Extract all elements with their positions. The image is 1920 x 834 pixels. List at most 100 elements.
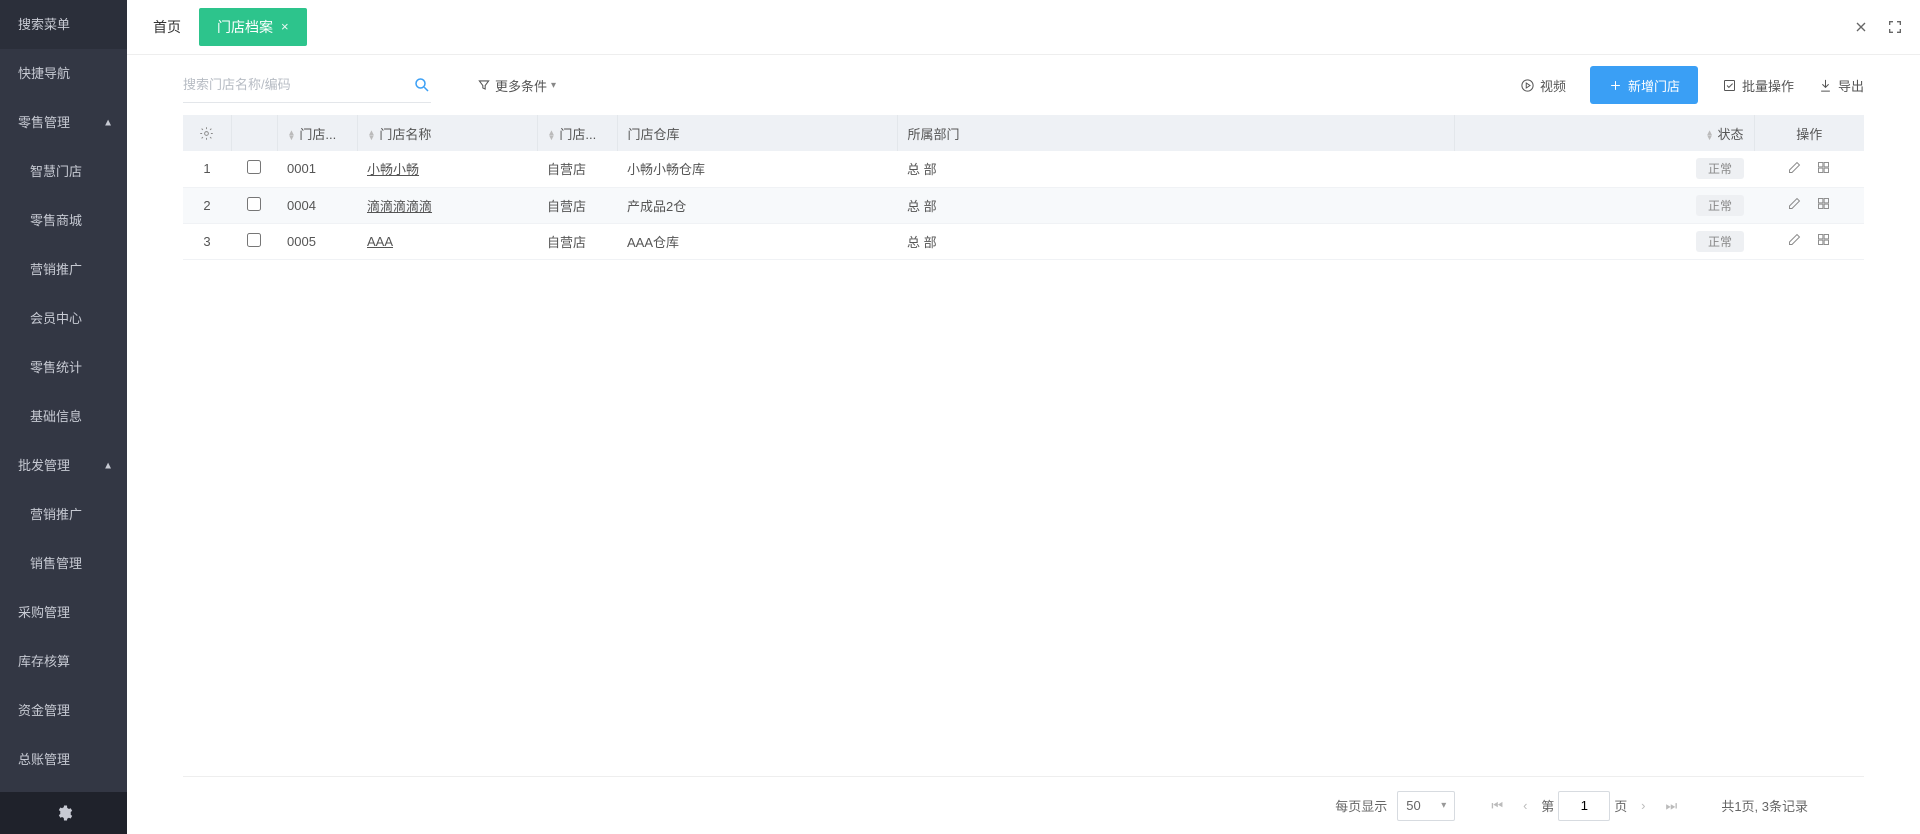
page-next-button[interactable]: › bbox=[1631, 794, 1655, 818]
status-badge: 正常 bbox=[1696, 158, 1744, 179]
export-label: 导出 bbox=[1838, 76, 1864, 95]
sidebar-item-sales-mgmt[interactable]: 销售管理 bbox=[0, 539, 127, 588]
export-button[interactable]: 导出 bbox=[1818, 76, 1864, 95]
tab-label: 首页 bbox=[153, 19, 181, 35]
table-row: 1 0001 小畅小畅 自营店 小畅小畅仓库 总 部 正常 bbox=[183, 151, 1864, 187]
th-code[interactable]: ▲▼门店... bbox=[277, 115, 357, 151]
page-last-button[interactable]: ⏭ bbox=[1659, 794, 1683, 818]
sidebar-scroll: 搜索菜单 快捷导航 零售管理 ▲ 智慧门店 零售商城 营销推广 会员中心 零售统计… bbox=[0, 0, 127, 792]
sidebar-item-search-menu[interactable]: 搜索菜单 bbox=[0, 0, 127, 49]
th-department: 所属部门 bbox=[897, 115, 1454, 151]
th-status[interactable]: ▲▼状态 bbox=[1454, 115, 1754, 151]
sidebar-item-funds-mgmt[interactable]: 资金管理 bbox=[0, 686, 127, 735]
th-type[interactable]: ▲▼门店... bbox=[537, 115, 617, 151]
page-input[interactable] bbox=[1558, 791, 1610, 821]
store-name-link[interactable]: 滴滴滴滴滴 bbox=[367, 199, 432, 214]
row-checkbox[interactable] bbox=[247, 160, 261, 174]
more-filters-button[interactable]: 更多条件 ▾ bbox=[477, 76, 556, 95]
table-container: ▲▼门店... ▲▼门店名称 ▲▼门店... 门店仓库 所属部门 ▲▼状态 操作… bbox=[127, 115, 1920, 834]
cell-type: 自营店 bbox=[537, 151, 617, 187]
sidebar-item-quick-nav[interactable]: 快捷导航 bbox=[0, 49, 127, 98]
th-label: 所属部门 bbox=[908, 127, 960, 142]
sidebar-item-inventory[interactable]: 库存核算 bbox=[0, 637, 127, 686]
video-button[interactable]: 视频 bbox=[1520, 76, 1566, 95]
th-label: 门店仓库 bbox=[628, 127, 680, 142]
cell-warehouse: 小畅小畅仓库 bbox=[617, 151, 897, 187]
row-checkbox[interactable] bbox=[247, 197, 261, 211]
sort-icon: ▲▼ bbox=[1706, 130, 1714, 140]
sidebar-item-label: 批发管理 bbox=[18, 458, 70, 473]
sidebar-item-label: 搜索菜单 bbox=[18, 17, 70, 32]
sidebar-item-basic-info[interactable]: 基础信息 bbox=[0, 392, 127, 441]
cell-name: 滴滴滴滴滴 bbox=[357, 187, 537, 223]
sidebar-item-purchase-mgmt[interactable]: 采购管理 bbox=[0, 588, 127, 637]
sidebar-item-wholesale-mgmt[interactable]: 批发管理 ▲ bbox=[0, 441, 127, 490]
cell-code: 0001 bbox=[277, 151, 357, 187]
gear-icon bbox=[193, 126, 221, 141]
edit-batch-icon bbox=[1722, 78, 1742, 93]
caret-up-icon: ▲ bbox=[103, 98, 113, 147]
add-store-button[interactable]: 新增门店 bbox=[1590, 66, 1698, 104]
search-icon[interactable] bbox=[413, 76, 431, 94]
edit-icon[interactable] bbox=[1787, 232, 1802, 247]
cell-warehouse: 产成品2仓 bbox=[617, 187, 897, 223]
more-icon[interactable] bbox=[1816, 232, 1831, 247]
plus-icon bbox=[1608, 78, 1628, 93]
sidebar-item-ledger-mgmt[interactable]: 总账管理 bbox=[0, 735, 127, 784]
more-icon[interactable] bbox=[1816, 160, 1831, 175]
sidebar-item-smart-store[interactable]: 智慧门店 bbox=[0, 147, 127, 196]
edit-icon[interactable] bbox=[1787, 160, 1802, 175]
th-warehouse: 门店仓库 bbox=[617, 115, 897, 151]
th-name[interactable]: ▲▼门店名称 bbox=[357, 115, 537, 151]
batch-ops-label: 批量操作 bbox=[1742, 76, 1794, 95]
table-row: 3 0005 AAA 自营店 AAA仓库 总 部 正常 bbox=[183, 223, 1864, 259]
sort-icon: ▲▼ bbox=[548, 130, 556, 140]
th-label: 门店... bbox=[299, 127, 336, 142]
sidebar-item-retail-stats[interactable]: 零售统计 bbox=[0, 343, 127, 392]
cell-code: 0004 bbox=[277, 187, 357, 223]
cell-action bbox=[1754, 223, 1864, 259]
edit-icon[interactable] bbox=[1787, 196, 1802, 211]
per-page-label: 每页显示 bbox=[1335, 796, 1387, 815]
cell-checkbox bbox=[231, 151, 277, 187]
sidebar-item-marketing-2[interactable]: 营销推广 bbox=[0, 490, 127, 539]
search-input[interactable] bbox=[183, 77, 413, 92]
caret-up-icon: ▲ bbox=[103, 441, 113, 490]
cell-code: 0005 bbox=[277, 223, 357, 259]
cell-action bbox=[1754, 151, 1864, 187]
tab-close-all-button[interactable] bbox=[1844, 10, 1878, 44]
sidebar-item-marketing[interactable]: 营销推广 bbox=[0, 245, 127, 294]
batch-ops-button[interactable]: 批量操作 bbox=[1722, 76, 1794, 95]
th-action: 操作 bbox=[1754, 115, 1864, 151]
per-page-select[interactable]: 50 ▾ bbox=[1397, 791, 1455, 821]
cell-department: 总 部 bbox=[897, 151, 1454, 187]
sidebar-item-label: 基础信息 bbox=[30, 409, 82, 424]
sidebar-item-label: 快捷导航 bbox=[18, 66, 70, 81]
page-summary: 共1页, 3条记录 bbox=[1721, 796, 1808, 815]
tab-label: 门店档案 bbox=[217, 8, 273, 46]
cell-type: 自营店 bbox=[537, 187, 617, 223]
store-name-link[interactable]: 小畅小畅 bbox=[367, 162, 419, 177]
sidebar-item-label: 零售统计 bbox=[30, 360, 82, 375]
sidebar-item-label: 零售管理 bbox=[18, 115, 70, 130]
tab-store-archive[interactable]: 门店档案 × bbox=[199, 8, 307, 46]
sidebar-settings-button[interactable] bbox=[0, 792, 127, 834]
cell-warehouse: AAA仓库 bbox=[617, 223, 897, 259]
main-content: 首页 门店档案 × 更多条件 ▾ 视频 bbox=[127, 0, 1920, 834]
export-icon bbox=[1818, 78, 1838, 93]
page-first-button[interactable]: ⏮ bbox=[1485, 794, 1509, 818]
pagination: 每页显示 50 ▾ ⏮ ‹ 第 页 › ⏭ 共1页, 3条记录 bbox=[183, 776, 1864, 834]
more-icon[interactable] bbox=[1816, 196, 1831, 211]
fullscreen-button[interactable] bbox=[1878, 10, 1912, 44]
sort-icon: ▲▼ bbox=[288, 130, 296, 140]
tab-home[interactable]: 首页 bbox=[135, 8, 199, 46]
sidebar-item-retail-mgmt[interactable]: 零售管理 ▲ bbox=[0, 98, 127, 147]
sidebar-item-member-center[interactable]: 会员中心 bbox=[0, 294, 127, 343]
sidebar-item-retail-mall[interactable]: 零售商城 bbox=[0, 196, 127, 245]
store-name-link[interactable]: AAA bbox=[367, 234, 393, 249]
th-settings[interactable] bbox=[183, 115, 231, 151]
row-checkbox[interactable] bbox=[247, 233, 261, 247]
page-prev-button[interactable]: ‹ bbox=[1513, 794, 1537, 818]
close-icon[interactable]: × bbox=[281, 8, 289, 46]
page-prefix: 第 bbox=[1541, 796, 1554, 815]
